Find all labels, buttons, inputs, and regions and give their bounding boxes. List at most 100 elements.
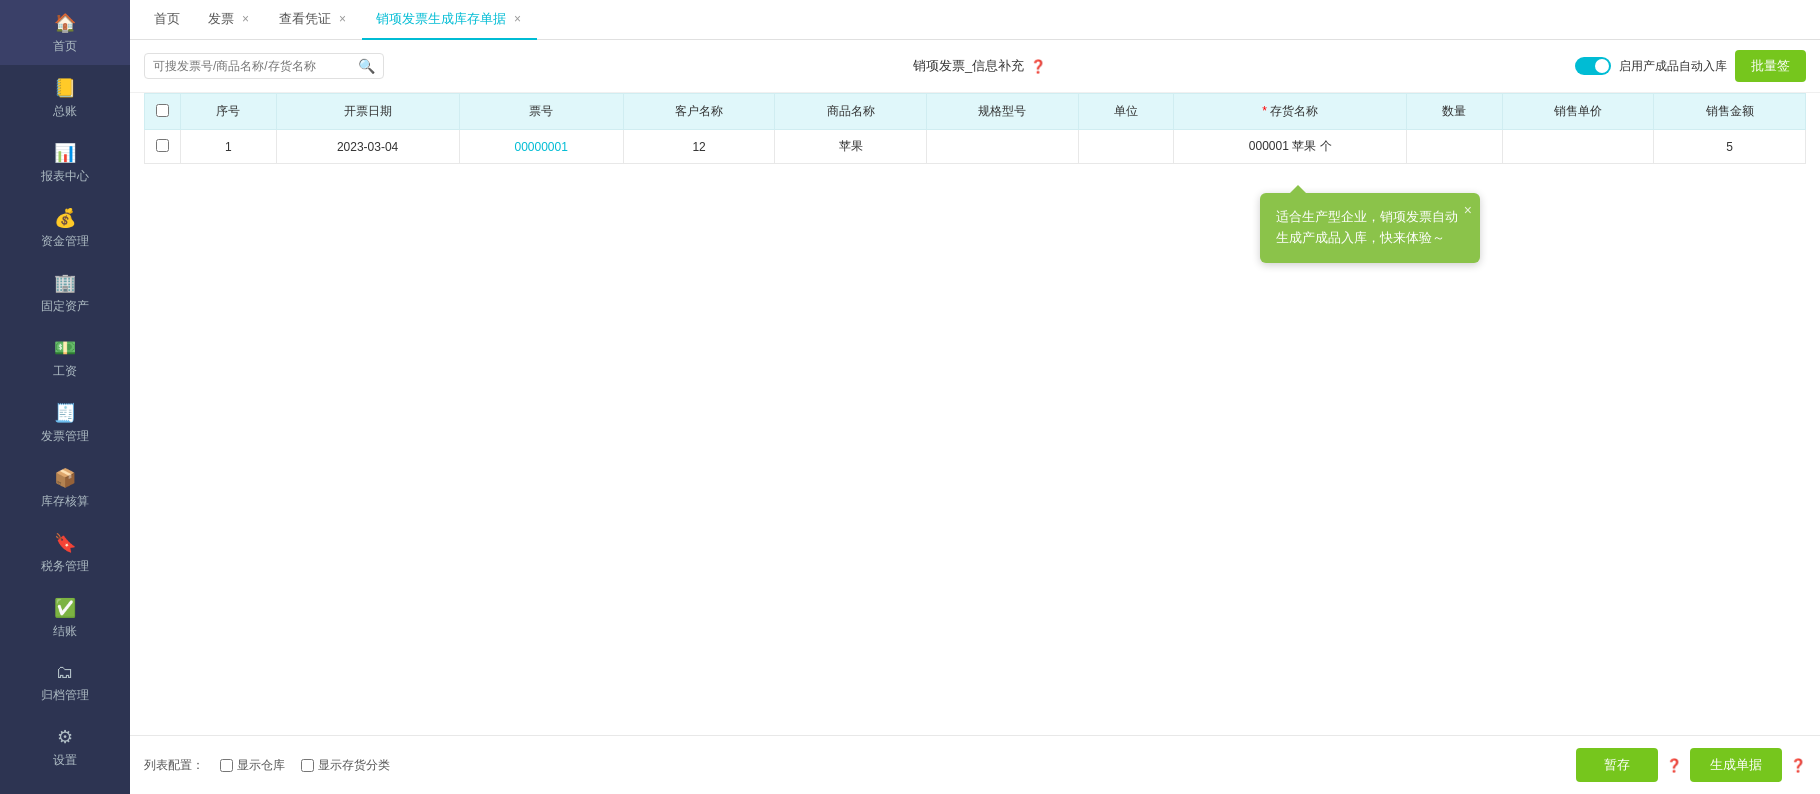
cell-number: 00000001	[459, 130, 623, 164]
th-spec: 规格型号	[927, 94, 1079, 130]
cell-customer: 12	[623, 130, 775, 164]
generate-help-icon[interactable]: ❓	[1790, 758, 1806, 773]
reports-icon: 📊	[54, 142, 76, 164]
generate-button[interactable]: 生成单据	[1690, 748, 1782, 782]
sidebar-item-payroll[interactable]: 💵 工资	[0, 325, 130, 390]
th-unit: 单位	[1078, 94, 1174, 130]
sidebar-item-guide[interactable]: ▶ 新手引导	[0, 779, 130, 794]
sidebar-item-archive[interactable]: 🗂 归档管理	[0, 650, 130, 714]
tab-sales-return[interactable]: 销项发票生成库存单据 ×	[362, 0, 537, 40]
sidebar-item-label: 首页	[53, 38, 77, 55]
cell-inventory: 000001 苹果 个	[1174, 130, 1407, 164]
sidebar-item-settings[interactable]: ⚙ 设置	[0, 714, 130, 779]
tooltip-text: 适合生产型企业，销项发票自动生成产成品入库，快来体验～	[1276, 209, 1458, 245]
save-help-icon[interactable]: ❓	[1666, 758, 1682, 773]
invoice-number-link[interactable]: 00000001	[514, 140, 567, 154]
cell-amount: 5	[1654, 130, 1806, 164]
sidebar-item-label: 固定资产	[41, 298, 89, 315]
assets-icon: 🏢	[54, 272, 76, 294]
cell-unit	[1078, 130, 1174, 164]
tab-home-label: 首页	[154, 10, 180, 28]
toolbar-right: 启用产成品自动入库 批量签	[1575, 50, 1806, 82]
sidebar-item-inventory[interactable]: 📦 库存核算	[0, 455, 130, 520]
batch-button[interactable]: 批量签	[1735, 50, 1806, 82]
toolbar-center: 销项发票_信息补充 ❓	[394, 57, 1565, 75]
bottom-bar: 列表配置： 显示仓库 显示存货分类 暂存 ❓ 生成单据 ❓	[130, 735, 1820, 794]
sidebar-item-label: 工资	[53, 363, 77, 380]
toggle-label: 启用产成品自动入库	[1619, 58, 1727, 75]
sidebar-item-label: 库存核算	[41, 493, 89, 510]
show-category-checkbox[interactable]	[301, 759, 314, 772]
th-number: 票号	[459, 94, 623, 130]
th-quantity: 数量	[1406, 94, 1502, 130]
settings-icon: ⚙	[57, 726, 73, 748]
sidebar: 🏠 首页 📒 总账 📊 报表中心 💰 资金管理 🏢 固定资产 💵 工资 🧾 发票…	[0, 0, 130, 794]
sidebar-item-funds[interactable]: 💰 资金管理	[0, 195, 130, 260]
data-table: 序号 开票日期 票号 客户名称 商品名称 规格型号 单位 存货名称 数量 销售单…	[144, 93, 1806, 164]
sidebar-item-label: 报表中心	[41, 168, 89, 185]
tab-invoice[interactable]: 发票 ×	[194, 0, 265, 40]
cell-quantity	[1406, 130, 1502, 164]
th-inventory: 存货名称	[1174, 94, 1407, 130]
cell-date: 2023-03-04	[276, 130, 459, 164]
invoice-mgmt-icon: 🧾	[54, 402, 76, 424]
show-category-label[interactable]: 显示存货分类	[301, 757, 390, 774]
sidebar-item-home[interactable]: 🏠 首页	[0, 0, 130, 65]
search-icon[interactable]: 🔍	[358, 58, 375, 74]
tab-sales-return-close[interactable]: ×	[512, 12, 523, 26]
sidebar-item-ledger[interactable]: 📒 总账	[0, 65, 130, 130]
sidebar-item-assets[interactable]: 🏢 固定资产	[0, 260, 130, 325]
sidebar-item-settlement[interactable]: ✅ 结账	[0, 585, 130, 650]
th-customer: 客户名称	[623, 94, 775, 130]
show-warehouse-label[interactable]: 显示仓库	[220, 757, 285, 774]
table-wrapper: 序号 开票日期 票号 客户名称 商品名称 规格型号 单位 存货名称 数量 销售单…	[130, 93, 1820, 735]
ledger-icon: 📒	[54, 77, 76, 99]
auto-warehouse-toggle[interactable]	[1575, 57, 1611, 75]
table-row: 1 2023-03-04 00000001 12 苹果 000001 苹果 个 …	[145, 130, 1806, 164]
select-all-checkbox[interactable]	[156, 104, 169, 117]
funds-icon: 💰	[54, 207, 76, 229]
save-button[interactable]: 暂存	[1576, 748, 1658, 782]
sidebar-item-label: 资金管理	[41, 233, 89, 250]
sidebar-item-label: 设置	[53, 752, 77, 769]
search-input[interactable]	[153, 59, 352, 73]
tab-view-voucher[interactable]: 查看凭证 ×	[265, 0, 362, 40]
show-warehouse-checkbox[interactable]	[220, 759, 233, 772]
search-box[interactable]: 🔍	[144, 53, 384, 79]
cell-unit-price	[1502, 130, 1654, 164]
tab-bar: 首页 发票 × 查看凭证 × 销项发票生成库存单据 ×	[130, 0, 1820, 40]
th-product: 商品名称	[775, 94, 927, 130]
cell-checkbox	[145, 130, 181, 164]
sidebar-item-label: 税务管理	[41, 558, 89, 575]
toolbar-row: 🔍 销项发票_信息补充 ❓ 启用产成品自动入库 批量签	[130, 40, 1820, 93]
tab-sales-return-label: 销项发票生成库存单据	[376, 10, 506, 28]
tab-home[interactable]: 首页	[140, 0, 194, 40]
bottom-actions: 暂存 ❓ 生成单据 ❓	[1576, 748, 1806, 782]
archive-icon: 🗂	[56, 662, 74, 683]
home-icon: 🏠	[54, 12, 76, 34]
th-date: 开票日期	[276, 94, 459, 130]
cell-seq: 1	[181, 130, 277, 164]
sidebar-item-label: 结账	[53, 623, 77, 640]
tab-invoice-close[interactable]: ×	[240, 12, 251, 26]
tab-view-voucher-close[interactable]: ×	[337, 12, 348, 26]
main-area: 首页 发票 × 查看凭证 × 销项发票生成库存单据 × 🔍 销项发票_信息补充 …	[130, 0, 1820, 794]
sidebar-item-label: 发票管理	[41, 428, 89, 445]
row-checkbox[interactable]	[156, 139, 169, 152]
settlement-icon: ✅	[54, 597, 76, 619]
list-config-label: 列表配置：	[144, 757, 204, 774]
tooltip-close-button[interactable]: ×	[1464, 199, 1472, 221]
sidebar-item-invoice-mgmt[interactable]: 🧾 发票管理	[0, 390, 130, 455]
table-header-row: 序号 开票日期 票号 客户名称 商品名称 规格型号 单位 存货名称 数量 销售单…	[145, 94, 1806, 130]
center-label: 销项发票_信息补充	[913, 57, 1024, 75]
sidebar-item-label: 总账	[53, 103, 77, 120]
th-checkbox	[145, 94, 181, 130]
tooltip-box: × 适合生产型企业，销项发票自动生成产成品入库，快来体验～	[1260, 193, 1480, 263]
payroll-icon: 💵	[54, 337, 76, 359]
sidebar-item-tax[interactable]: 🔖 税务管理	[0, 520, 130, 585]
cell-product: 苹果	[775, 130, 927, 164]
th-amount: 销售金额	[1654, 94, 1806, 130]
sidebar-item-reports[interactable]: 📊 报表中心	[0, 130, 130, 195]
tax-icon: 🔖	[54, 532, 76, 554]
center-help-icon[interactable]: ❓	[1030, 59, 1046, 74]
